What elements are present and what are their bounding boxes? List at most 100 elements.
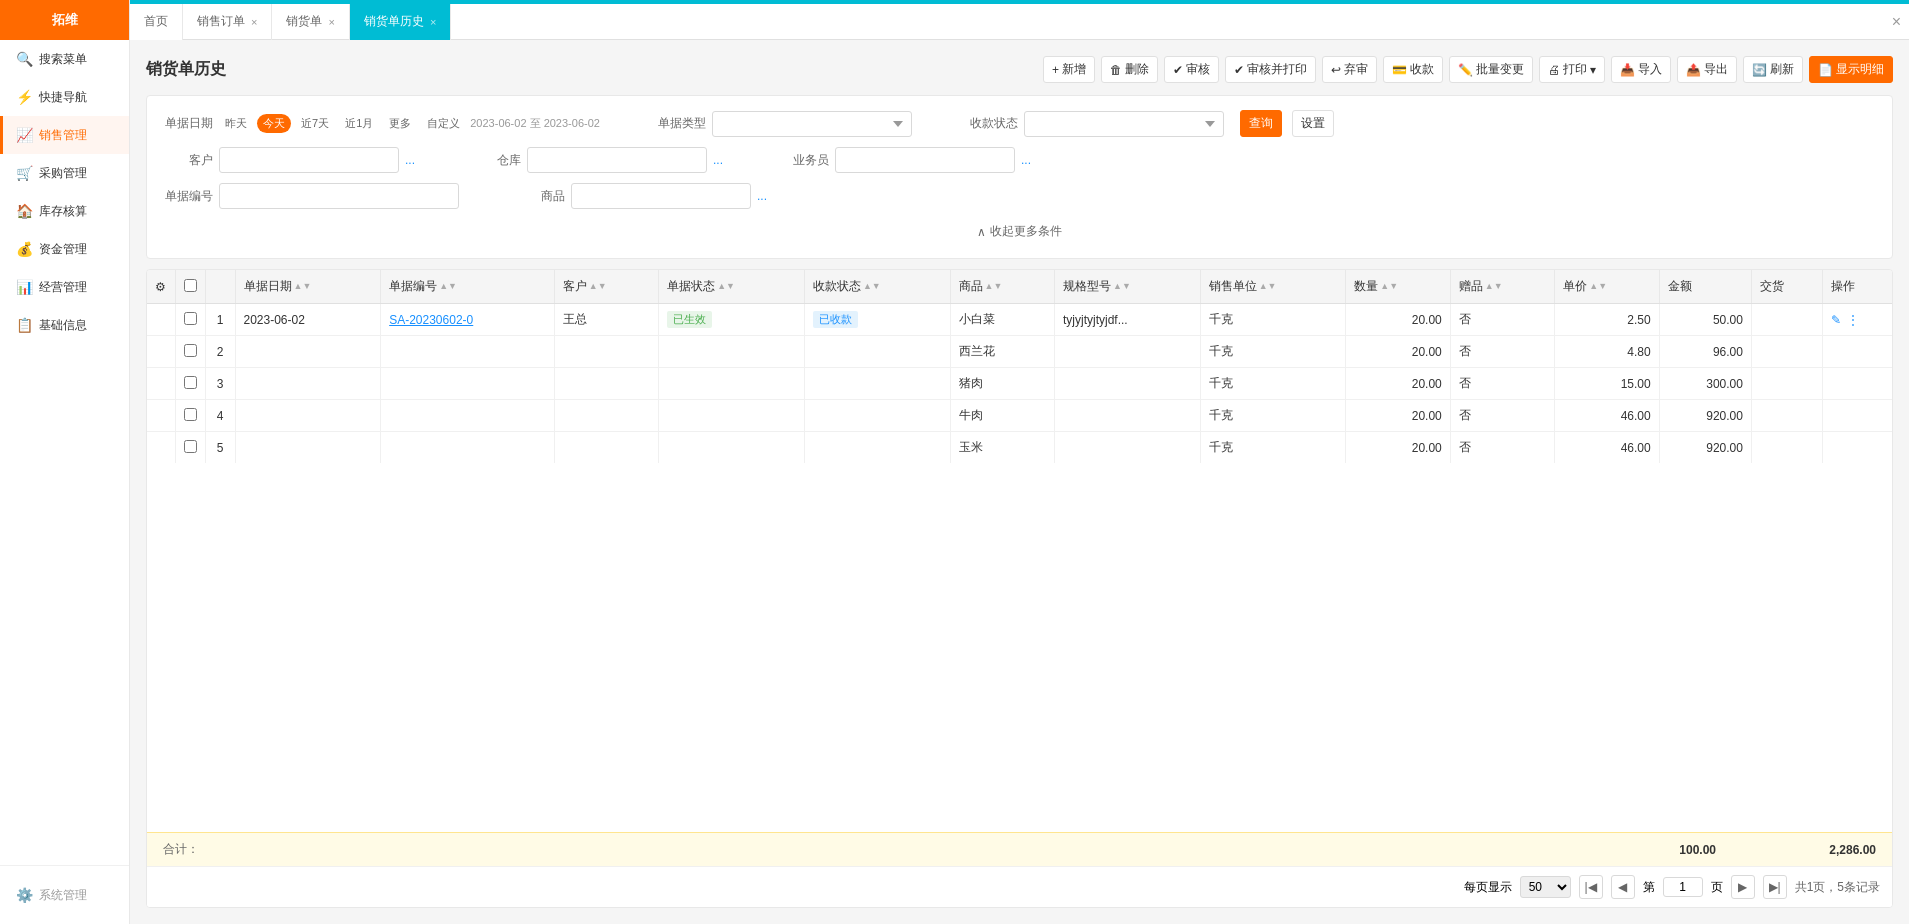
refresh-button[interactable]: 🔄 刷新 bbox=[1743, 56, 1803, 83]
show-detail-button[interactable]: 📄 显示明细 bbox=[1809, 56, 1893, 83]
filter-row-1: 单据日期 昨天 今天 近7天 近1月 更多 自定义 2023-06-02 至 2… bbox=[163, 110, 1876, 137]
col-checkbox bbox=[175, 270, 205, 304]
sidebar-item-basic-info[interactable]: 📋 基础信息 bbox=[0, 306, 129, 344]
cell-customer bbox=[554, 432, 658, 464]
date-tag-yesterday[interactable]: 昨天 bbox=[219, 114, 253, 133]
last-page-btn[interactable]: ▶| bbox=[1763, 875, 1787, 899]
table-scroll[interactable]: ⚙ 单据日期 ▲▼ bbox=[147, 270, 1892, 832]
payment-status-select[interactable] bbox=[1024, 111, 1224, 137]
audit-print-button[interactable]: ✔ 审核并打印 bbox=[1225, 56, 1316, 83]
sidebar-label-inventory: 库存核算 bbox=[39, 203, 87, 220]
print-button[interactable]: 🖨 打印 ▾ bbox=[1539, 56, 1605, 83]
sidebar-item-search-menu[interactable]: 🔍 搜索菜单 bbox=[0, 40, 129, 78]
query-button[interactable]: 查询 bbox=[1240, 110, 1282, 137]
import-icon: 📥 bbox=[1620, 63, 1635, 77]
customer-input[interactable] bbox=[219, 147, 399, 173]
date-tag-more[interactable]: 更多 bbox=[383, 114, 417, 133]
footer-values: 100.00 2,286.00 bbox=[223, 843, 1876, 857]
staff-input[interactable] bbox=[835, 147, 1015, 173]
sidebar-item-quick-nav[interactable]: ⚡ 快捷导航 bbox=[0, 78, 129, 116]
cell-amount: 50.00 bbox=[1659, 304, 1751, 336]
main-content: 首页 销售订单 × 销货单 × 销货单历史 × × 销货单历史 + 新增 bbox=[130, 0, 1909, 924]
collect-button[interactable]: 💳 收款 bbox=[1383, 56, 1443, 83]
audit-button[interactable]: ✔ 审核 bbox=[1164, 56, 1219, 83]
settings-button[interactable]: 设置 bbox=[1292, 110, 1334, 137]
sidebar-item-system[interactable]: ⚙️ 系统管理 bbox=[0, 876, 129, 914]
cell-settings bbox=[147, 432, 175, 464]
doc-type-select[interactable] bbox=[712, 111, 912, 137]
cell-amount: 300.00 bbox=[1659, 368, 1751, 400]
sidebar-item-inventory[interactable]: 🏠 库存核算 bbox=[0, 192, 129, 230]
cell-gift: 否 bbox=[1450, 304, 1554, 336]
sort-unit: ▲▼ bbox=[1259, 282, 1277, 291]
refresh-icon: 🔄 bbox=[1752, 63, 1767, 77]
customer-ellipsis[interactable]: ... bbox=[405, 153, 415, 167]
sort-price: ▲▼ bbox=[1589, 282, 1607, 291]
cell-pay-status: 已收款 bbox=[804, 304, 950, 336]
page-size-label: 每页显示 bbox=[1464, 879, 1512, 896]
goods-ellipsis[interactable]: ... bbox=[757, 189, 767, 203]
tab-bar: 首页 销售订单 × 销货单 × 销货单历史 × × bbox=[130, 4, 1909, 40]
sidebar-label-quick-nav: 快捷导航 bbox=[39, 89, 87, 106]
goods-input[interactable] bbox=[571, 183, 751, 209]
date-range-display: 2023-06-02 至 2023-06-02 bbox=[470, 116, 600, 131]
export-button[interactable]: 📤 导出 bbox=[1677, 56, 1737, 83]
page-size-select[interactable]: 50 20 100 bbox=[1520, 876, 1571, 898]
cell-pay-status bbox=[804, 400, 950, 432]
payment-status-label: 收款状态 bbox=[968, 115, 1018, 132]
tab-sales-delivery-close[interactable]: × bbox=[328, 16, 334, 28]
staff-ellipsis[interactable]: ... bbox=[1021, 153, 1031, 167]
more-action[interactable]: ⋮ bbox=[1847, 313, 1859, 327]
next-page-btn[interactable]: ▶ bbox=[1731, 875, 1755, 899]
first-page-btn[interactable]: |◀ bbox=[1579, 875, 1603, 899]
tab-sales-order-close[interactable]: × bbox=[251, 16, 257, 28]
col-settings-icon[interactable]: ⚙ bbox=[155, 280, 166, 294]
col-qty: 数量 ▲▼ bbox=[1346, 270, 1450, 304]
date-tag-custom[interactable]: 自定义 bbox=[421, 114, 466, 133]
col-goods: 商品 ▲▼ bbox=[950, 270, 1054, 304]
tab-sales-history-close[interactable]: × bbox=[430, 16, 436, 28]
cell-goods: 小白菜 bbox=[950, 304, 1054, 336]
footer-total-amount: 2,286.00 bbox=[1756, 843, 1876, 857]
filter-customer: 客户 ... bbox=[163, 147, 415, 173]
cell-doc-date: 2023-06-02 bbox=[235, 304, 381, 336]
tab-sales-delivery[interactable]: 销货单 × bbox=[272, 4, 349, 40]
batch-change-button[interactable]: ✏️ 批量变更 bbox=[1449, 56, 1533, 83]
warehouse-input[interactable] bbox=[527, 147, 707, 173]
tab-home[interactable]: 首页 bbox=[130, 4, 183, 40]
sidebar-item-operations[interactable]: 📊 经营管理 bbox=[0, 268, 129, 306]
sort-goods: ▲▼ bbox=[985, 282, 1003, 291]
page-input[interactable] bbox=[1663, 877, 1703, 897]
cell-settings bbox=[147, 400, 175, 432]
add-button[interactable]: + 新增 bbox=[1043, 56, 1095, 83]
date-tag-today[interactable]: 今天 bbox=[257, 114, 291, 133]
cell-checkbox bbox=[175, 432, 205, 464]
sidebar-item-finance[interactable]: 💰 资金管理 bbox=[0, 230, 129, 268]
pagination: 每页显示 50 20 100 |◀ ◀ 第 页 ▶ ▶| 共1页，5条记录 bbox=[147, 866, 1892, 907]
prev-page-btn[interactable]: ◀ bbox=[1611, 875, 1635, 899]
abandon-button[interactable]: ↩ 弃审 bbox=[1322, 56, 1377, 83]
delete-button[interactable]: 🗑 删除 bbox=[1101, 56, 1158, 83]
tab-sales-order[interactable]: 销售订单 × bbox=[183, 4, 272, 40]
doc-no-input[interactable] bbox=[219, 183, 459, 209]
tab-sales-history[interactable]: 销货单历史 × bbox=[350, 4, 451, 40]
tab-sales-delivery-label: 销货单 bbox=[286, 13, 322, 30]
cell-doc-no bbox=[381, 432, 555, 464]
import-button[interactable]: 📥 导入 bbox=[1611, 56, 1671, 83]
sidebar-item-purchase-mgmt[interactable]: 🛒 采购管理 bbox=[0, 154, 129, 192]
sort-spec: ▲▼ bbox=[1113, 282, 1131, 291]
tab-bar-close-all[interactable]: × bbox=[1892, 13, 1901, 31]
table-header-row: ⚙ 单据日期 ▲▼ bbox=[147, 270, 1892, 304]
date-tag-7days[interactable]: 近7天 bbox=[295, 114, 335, 133]
cell-trade bbox=[1751, 368, 1822, 400]
sidebar-item-sales-mgmt[interactable]: 📈 销售管理 bbox=[0, 116, 129, 154]
collapse-button[interactable]: ∧ 收起更多条件 bbox=[977, 219, 1062, 244]
date-tag-1month[interactable]: 近1月 bbox=[339, 114, 379, 133]
cell-num: 3 bbox=[205, 368, 235, 400]
page-header: 销货单历史 + 新增 🗑 删除 ✔ 审核 ✔ 审核并打印 bbox=[146, 56, 1893, 83]
sort-qty: ▲▼ bbox=[1380, 282, 1398, 291]
select-all-checkbox[interactable] bbox=[184, 279, 197, 292]
edit-action[interactable]: ✎ bbox=[1831, 313, 1841, 327]
col-actions: 操作 bbox=[1822, 270, 1892, 304]
warehouse-ellipsis[interactable]: ... bbox=[713, 153, 723, 167]
